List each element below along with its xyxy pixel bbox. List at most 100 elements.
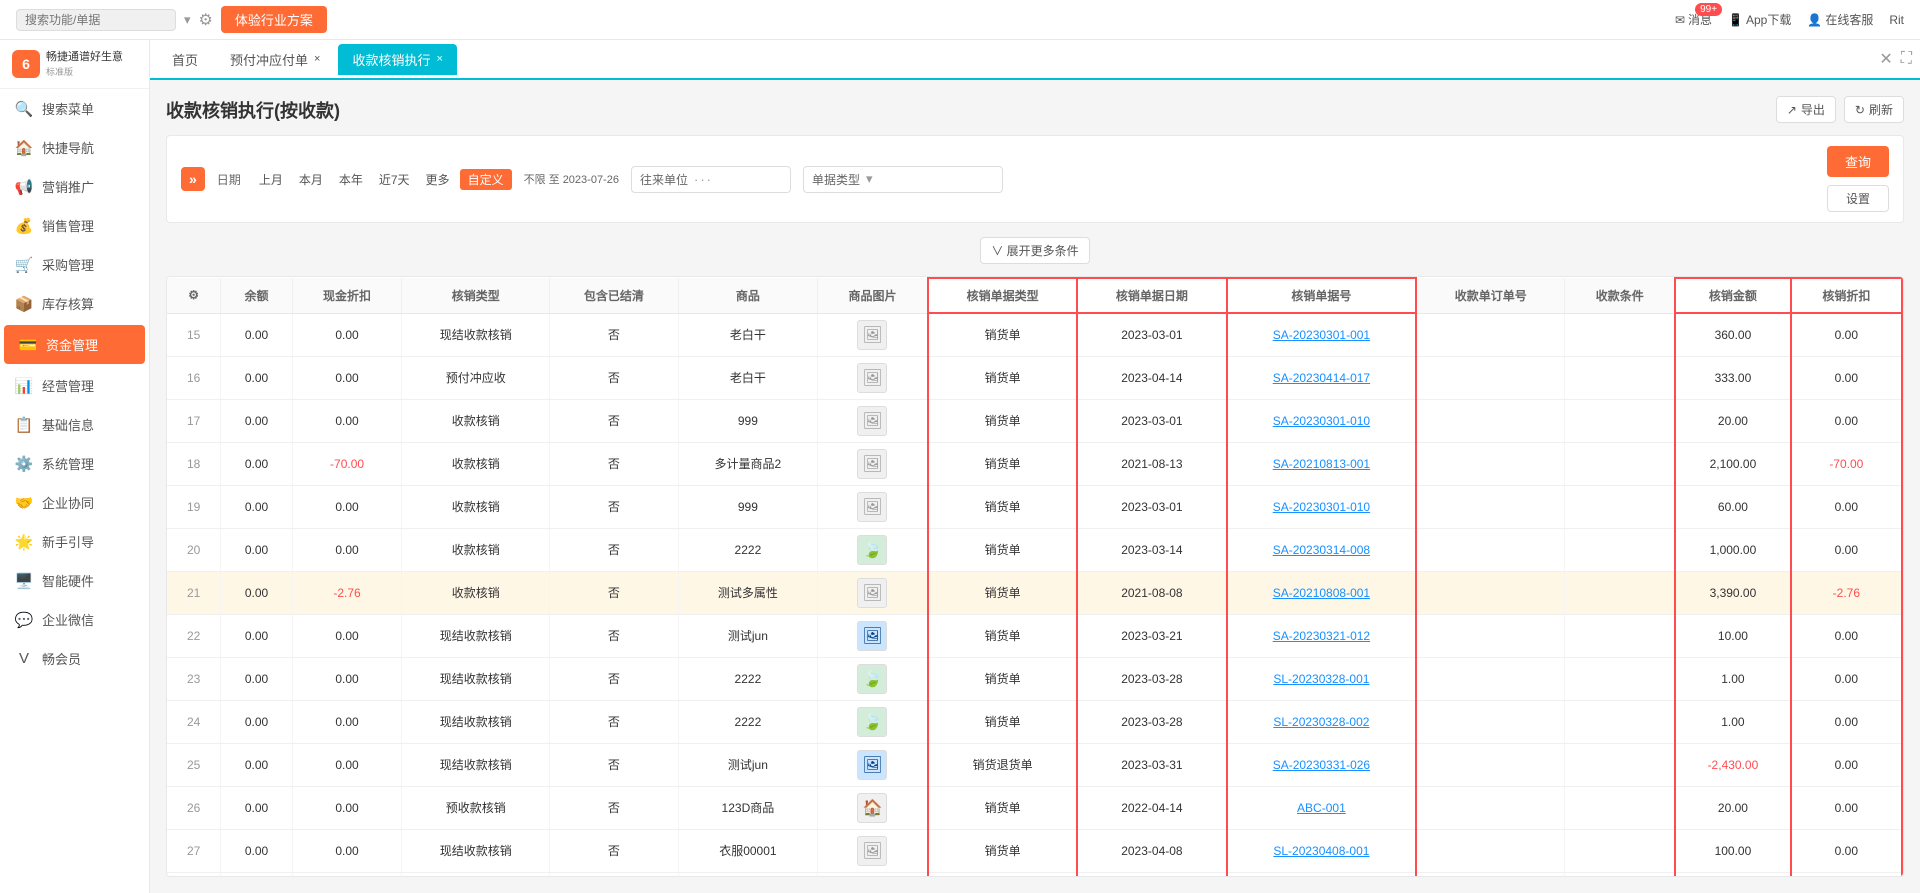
message-icon: ✉ [1675, 13, 1685, 27]
this-month-btn[interactable]: 本月 [293, 169, 329, 190]
logo-text: 畅捷通谱好生意 标准版 [46, 50, 123, 77]
refresh-button[interactable]: ↻ 刷新 [1844, 96, 1904, 123]
sidebar-item-basic[interactable]: 📋基础信息 [0, 405, 149, 444]
cell-receipt_order_no-20 [1416, 528, 1565, 571]
gear-icon[interactable]: ⚙ [199, 10, 213, 30]
sidebar-item-marketing[interactable]: 📢营销推广 [0, 167, 149, 206]
settings-button[interactable]: 设置 [1827, 185, 1889, 212]
row-settings-icon[interactable]: 17 [187, 414, 200, 428]
bill-link-18[interactable]: SA-20210813-001 [1273, 457, 1370, 471]
search-input[interactable] [16, 9, 176, 31]
last-7days-btn[interactable]: 近7天 [373, 169, 416, 190]
bill-link-22[interactable]: SA-20230321-012 [1273, 629, 1370, 643]
tab-prepay[interactable]: 预付冲应付单× [216, 44, 334, 75]
sidebar-item-search[interactable]: 🔍搜索菜单 [0, 89, 149, 128]
export-icon: ↗ [1787, 103, 1797, 117]
bill-link-16[interactable]: SA-20230414-017 [1273, 371, 1370, 385]
app-download-link[interactable]: 📱 App下载 [1728, 11, 1791, 28]
row-settings-icon[interactable]: 24 [187, 715, 200, 729]
table-row: 220.000.00现结收款核销否测试jun🖼销货单2023-03-21SA-2… [167, 614, 1902, 657]
cell-goods-15: 老白干 [678, 313, 817, 356]
online-service-link[interactable]: 👤 在线客服 [1807, 11, 1873, 28]
row-settings-icon[interactable]: 18 [187, 457, 200, 471]
sidebar-item-inventory[interactable]: 📦库存核算 [0, 284, 149, 323]
cell-settings-20: 20 [167, 528, 221, 571]
cell-verify_bill_date-21: 2021-08-08 [1077, 571, 1226, 614]
close-window-button[interactable]: ✕ [1879, 49, 1892, 69]
sidebar-item-wechat[interactable]: 💬企业微信 [0, 600, 149, 639]
cell-goods_img-20: 🍃 [818, 528, 928, 571]
bill-link-25[interactable]: SA-20230331-026 [1273, 758, 1370, 772]
bill-link-21[interactable]: SA-20210808-001 [1273, 586, 1370, 600]
row-settings-icon[interactable]: 23 [187, 672, 200, 686]
notification-link[interactable]: ✉ 消息 99+ [1675, 11, 1712, 28]
sidebar-item-guide[interactable]: 🌟新手引导 [0, 522, 149, 561]
row-settings-icon[interactable]: 20 [187, 543, 200, 557]
user-name[interactable]: Rit [1889, 13, 1904, 27]
sidebar-item-system[interactable]: ⚙️系统管理 [0, 444, 149, 483]
bill-link-17[interactable]: SA-20230301-010 [1273, 414, 1370, 428]
tab-close-collection[interactable]: × [436, 53, 442, 65]
sidebar-item-purchase[interactable]: 🛒采购管理 [0, 245, 149, 284]
last-month-btn[interactable]: 上月 [253, 169, 289, 190]
custom-date-btn[interactable]: 自定义 [460, 169, 512, 190]
query-button[interactable]: 查询 [1827, 146, 1889, 177]
cell-verify_bill_date-27: 2023-04-08 [1077, 829, 1226, 872]
row-settings-icon[interactable]: 19 [187, 500, 200, 514]
page-title: 收款核销执行(按收款) [166, 97, 340, 123]
guide-icon: 🌟 [14, 533, 34, 551]
maximize-button[interactable]: ⛶ [1901, 49, 1912, 69]
col-header-goods: 商品 [678, 278, 817, 313]
industry-solution-button[interactable]: 体验行业方案 [221, 6, 327, 33]
more-date-btn[interactable]: 更多 [420, 169, 456, 190]
logo-icon: 6 [12, 50, 40, 78]
export-button[interactable]: ↗ 导出 [1776, 96, 1836, 123]
bill-type-filter[interactable]: 单据类型 ▾ [803, 166, 1003, 193]
row-settings-icon[interactable]: 27 [187, 844, 200, 858]
tab-close-prepay[interactable]: × [314, 53, 320, 65]
row-settings-icon[interactable]: 26 [187, 801, 200, 815]
bill-link-20[interactable]: SA-20230314-008 [1273, 543, 1370, 557]
this-year-btn[interactable]: 本年 [333, 169, 369, 190]
table-row: 190.000.00收款核销否999🖼销货单2023-03-01SA-20230… [167, 485, 1902, 528]
sidebar-item-operations[interactable]: 📊经营管理 [0, 366, 149, 405]
sidebar-item-enterprise[interactable]: 🤝企业协同 [0, 483, 149, 522]
cell-receipt_condition-26 [1565, 786, 1675, 829]
bill-link-27[interactable]: SL-20230408-001 [1273, 844, 1369, 858]
system-icon: ⚙️ [14, 455, 34, 473]
tab-collection[interactable]: 收款核销执行× [338, 44, 456, 75]
cell-verify_bill_date-26: 2022-04-14 [1077, 786, 1226, 829]
bill-link-24[interactable]: SL-20230328-002 [1273, 715, 1369, 729]
from-unit-filter[interactable]: 往来单位 ··· [631, 166, 791, 193]
cell-goods-21: 测试多属性 [678, 571, 817, 614]
cell-verify_amount-26: 20.00 [1675, 786, 1791, 829]
row-settings-icon[interactable]: 15 [187, 328, 200, 342]
filter-expand-button[interactable]: » [181, 167, 205, 191]
cell-receipt_condition-20 [1565, 528, 1675, 571]
product-image: 🖼 [857, 492, 887, 522]
expand-more-button[interactable]: ∨ 展开更多条件 [980, 237, 1089, 264]
bill-link-23[interactable]: SL-20230328-001 [1273, 672, 1369, 686]
cell-settings-27: 27 [167, 829, 221, 872]
sidebar-item-finance[interactable]: 💳资金管理 [4, 325, 145, 364]
sidebar-item-sales[interactable]: 💰销售管理 [0, 206, 149, 245]
inventory-icon: 📦 [14, 295, 34, 313]
sidebar-item-quick-nav[interactable]: 🏠快捷导航 [0, 128, 149, 167]
row-settings-icon[interactable]: 21 [187, 586, 200, 600]
row-settings-icon[interactable]: 16 [187, 371, 200, 385]
cell-verify_bill_no-21: SA-20210808-001 [1227, 571, 1417, 614]
bill-link-15[interactable]: SA-20230301-001 [1273, 328, 1370, 342]
bill-link-19[interactable]: SA-20230301-010 [1273, 500, 1370, 514]
sidebar-item-hardware[interactable]: 🖥️智能硬件 [0, 561, 149, 600]
data-table-wrapper: ⚙余额现金折扣核销类型包含已结清商品商品图片核销单据类型核销单据日期核销单据号收… [166, 276, 1904, 877]
tab-home[interactable]: 首页 [158, 44, 212, 75]
bill-link-26[interactable]: ABC-001 [1297, 801, 1346, 815]
page-title-row: 收款核销执行(按收款) ↗ 导出 ↻ 刷新 [166, 96, 1904, 123]
sidebar-item-member[interactable]: V畅会员 [0, 639, 149, 678]
cell-goods_img-27: 🖼 [818, 829, 928, 872]
table-row: 160.000.00预付冲应收否老白干🖼销货单2023-04-14SA-2023… [167, 356, 1902, 399]
row-settings-icon[interactable]: 25 [187, 758, 200, 772]
enterprise-icon: 🤝 [14, 494, 34, 512]
cell-verify_bill_date-15: 2023-03-01 [1077, 313, 1226, 356]
row-settings-icon[interactable]: 22 [187, 629, 200, 643]
